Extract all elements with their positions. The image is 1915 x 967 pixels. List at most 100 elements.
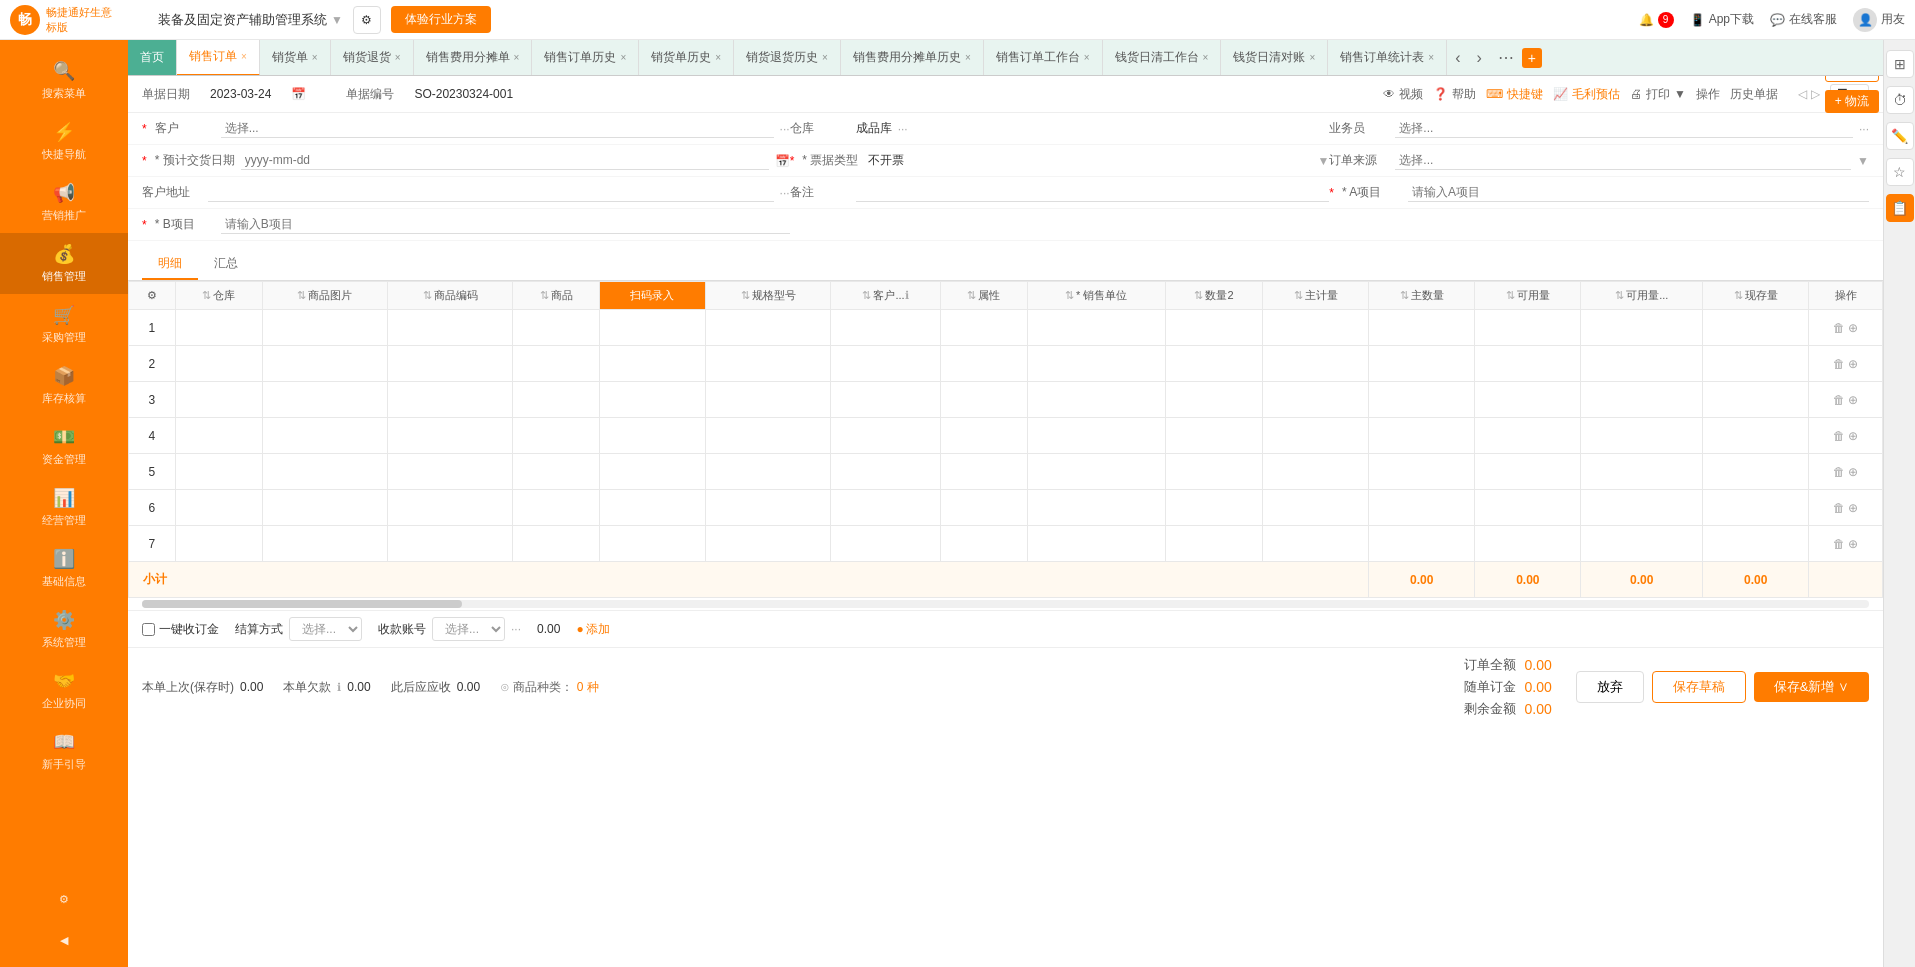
copy-icon[interactable]: ⊕	[1848, 321, 1858, 335]
row-scan-1[interactable]	[599, 310, 705, 346]
detail-tab-summary[interactable]: 汇总	[198, 249, 254, 280]
row-code-2[interactable]	[387, 346, 512, 382]
row-avail-1[interactable]	[1475, 310, 1581, 346]
row-current-1[interactable]	[1703, 310, 1809, 346]
salesperson-input[interactable]	[1395, 119, 1853, 138]
discard-button[interactable]: 放弃	[1576, 671, 1644, 703]
tab-close-icon[interactable]: ×	[1084, 52, 1090, 63]
right-panel-btn-3[interactable]: ✏️	[1886, 122, 1914, 150]
row-warehouse-1[interactable]	[175, 310, 262, 346]
row-goods-1[interactable]	[513, 310, 600, 346]
row-qty2-2[interactable]	[1165, 346, 1263, 382]
row-warehouse-2[interactable]	[175, 346, 262, 382]
row-unit-1[interactable]	[1027, 310, 1165, 346]
bank-select[interactable]: 选择...	[432, 617, 505, 641]
sidebar-item-quick[interactable]: ⚡ 快捷导航	[0, 111, 128, 172]
row-action-5[interactable]: 🗑 ⊕	[1809, 454, 1883, 490]
right-panel-btn-4[interactable]: ☆	[1886, 158, 1914, 186]
col-available[interactable]: ⇅可用量	[1475, 282, 1581, 310]
col-warehouse[interactable]: ⇅仓库	[175, 282, 262, 310]
ticket-dropdown-icon[interactable]: ▼	[1317, 154, 1329, 168]
sidebar-item-inventory[interactable]: 📦 库存核算	[0, 355, 128, 416]
nav-next-icon[interactable]: ▷	[1811, 87, 1820, 101]
row-image-1[interactable]	[262, 310, 387, 346]
tab-close-icon[interactable]: ×	[822, 52, 828, 63]
tab-expense-history[interactable]: 销售费用分摊单历史 ×	[841, 40, 984, 76]
col-image[interactable]: ⇅商品图片	[262, 282, 387, 310]
copy-icon[interactable]: ⊕	[1848, 429, 1858, 443]
row-scan-2[interactable]	[599, 346, 705, 382]
tab-order-workbench[interactable]: 销售订单工作台 ×	[984, 40, 1103, 76]
tab-close-icon[interactable]: ×	[1428, 52, 1434, 63]
copy-icon[interactable]: ⊕	[1848, 537, 1858, 551]
copy-icon[interactable]: ⊕	[1848, 501, 1858, 515]
tab-home[interactable]: 首页	[128, 40, 177, 76]
salesperson-dots[interactable]: ···	[1859, 122, 1869, 136]
sidebar-item-management[interactable]: 📊 经营管理	[0, 477, 128, 538]
col-unit[interactable]: ⇅* 销售单位	[1027, 282, 1165, 310]
row-spec-1[interactable]	[706, 310, 831, 346]
add-btn[interactable]: ● 添加	[576, 621, 609, 638]
save-draft-button[interactable]: 保存草稿	[1652, 671, 1746, 703]
order-source-dropdown-icon[interactable]: ▼	[1857, 154, 1869, 168]
row-mainunit-2[interactable]	[1263, 346, 1369, 382]
tab-goods-history[interactable]: 销货单历史 ×	[639, 40, 734, 76]
col-qty2[interactable]: ⇅数量2	[1165, 282, 1263, 310]
warehouse-dots[interactable]: ···	[898, 122, 908, 136]
row-avail-2[interactable]	[1475, 346, 1581, 382]
print-action[interactable]: 🖨打印▼	[1630, 86, 1686, 103]
row-action-3[interactable]: 🗑 ⊕	[1809, 382, 1883, 418]
sidebar-item-finance[interactable]: 💵 资金管理	[0, 416, 128, 477]
row-attr-1[interactable]	[940, 310, 1027, 346]
row-mainqty-2[interactable]	[1369, 346, 1475, 382]
delete-icon[interactable]: 🗑	[1833, 321, 1845, 335]
address-dots[interactable]: ···	[780, 186, 790, 200]
col-setting[interactable]: ⚙	[129, 282, 176, 310]
col-customer[interactable]: ⇅客户...ℹ	[831, 282, 941, 310]
remark-input[interactable]	[856, 183, 1330, 202]
horizontal-scrollbar[interactable]	[142, 600, 1869, 608]
row-code-1[interactable]	[387, 310, 512, 346]
payment-select[interactable]: 选择...	[289, 617, 362, 641]
row-action-1[interactable]: 🗑 ⊕	[1809, 310, 1883, 346]
debt-info-icon[interactable]: ℹ	[337, 681, 341, 694]
tab-close-icon[interactable]: ×	[241, 51, 247, 62]
sidebar-item-purchase[interactable]: 🛒 采购管理	[0, 294, 128, 355]
row-action-4[interactable]: 🗑 ⊕	[1809, 418, 1883, 454]
form-settings-btn[interactable]: 设置	[1825, 76, 1879, 82]
save-new-button[interactable]: 保存&新增 ∨	[1754, 672, 1869, 702]
tab-stats[interactable]: 销售订单统计表 ×	[1328, 40, 1447, 76]
tab-expense[interactable]: 销售费用分摊单 ×	[414, 40, 533, 76]
row-warehouse-3[interactable]	[175, 382, 262, 418]
delete-icon[interactable]: 🗑	[1833, 357, 1845, 371]
tab-close-icon[interactable]: ×	[715, 52, 721, 63]
add-material-btn[interactable]: + 物流	[1825, 90, 1879, 113]
shortcut-action[interactable]: ⌨快捷键	[1486, 86, 1543, 103]
copy-icon[interactable]: ⊕	[1848, 393, 1858, 407]
row-action-2[interactable]: 🗑 ⊕	[1809, 346, 1883, 382]
row-attr-2[interactable]	[940, 346, 1027, 382]
sidebar-item-sales[interactable]: 💰 销售管理	[0, 233, 128, 294]
row-unit-2[interactable]	[1027, 346, 1165, 382]
col-available2[interactable]: ⇅可用量...	[1581, 282, 1703, 310]
copy-icon[interactable]: ⊕	[1848, 465, 1858, 479]
copy-icon[interactable]: ⊕	[1848, 357, 1858, 371]
online-service-link[interactable]: 💬 在线客服	[1770, 11, 1837, 28]
col-main-qty[interactable]: ⇅主数量	[1369, 282, 1475, 310]
tab-close-icon[interactable]: ×	[514, 52, 520, 63]
row-current-2[interactable]	[1703, 346, 1809, 382]
notification-icon[interactable]: 🔔 9	[1639, 12, 1674, 28]
row-mainunit-1[interactable]	[1263, 310, 1369, 346]
row-goods-2[interactable]	[513, 346, 600, 382]
add-tab-btn[interactable]: +	[1522, 48, 1542, 68]
tab-close-icon[interactable]: ×	[965, 52, 971, 63]
col-attr[interactable]: ⇅属性	[940, 282, 1027, 310]
tab-return[interactable]: 销货退货 ×	[331, 40, 414, 76]
tab-prev-btn[interactable]: ‹	[1447, 49, 1468, 67]
tab-close-icon[interactable]: ×	[1203, 52, 1209, 63]
right-panel-btn-1[interactable]: ⊞	[1886, 50, 1914, 78]
tab-close-icon[interactable]: ×	[312, 52, 318, 63]
nav-prev-icon[interactable]: ◁	[1798, 87, 1807, 101]
profit-action[interactable]: 📈毛利预估	[1553, 86, 1620, 103]
col-current[interactable]: ⇅现存量	[1703, 282, 1809, 310]
